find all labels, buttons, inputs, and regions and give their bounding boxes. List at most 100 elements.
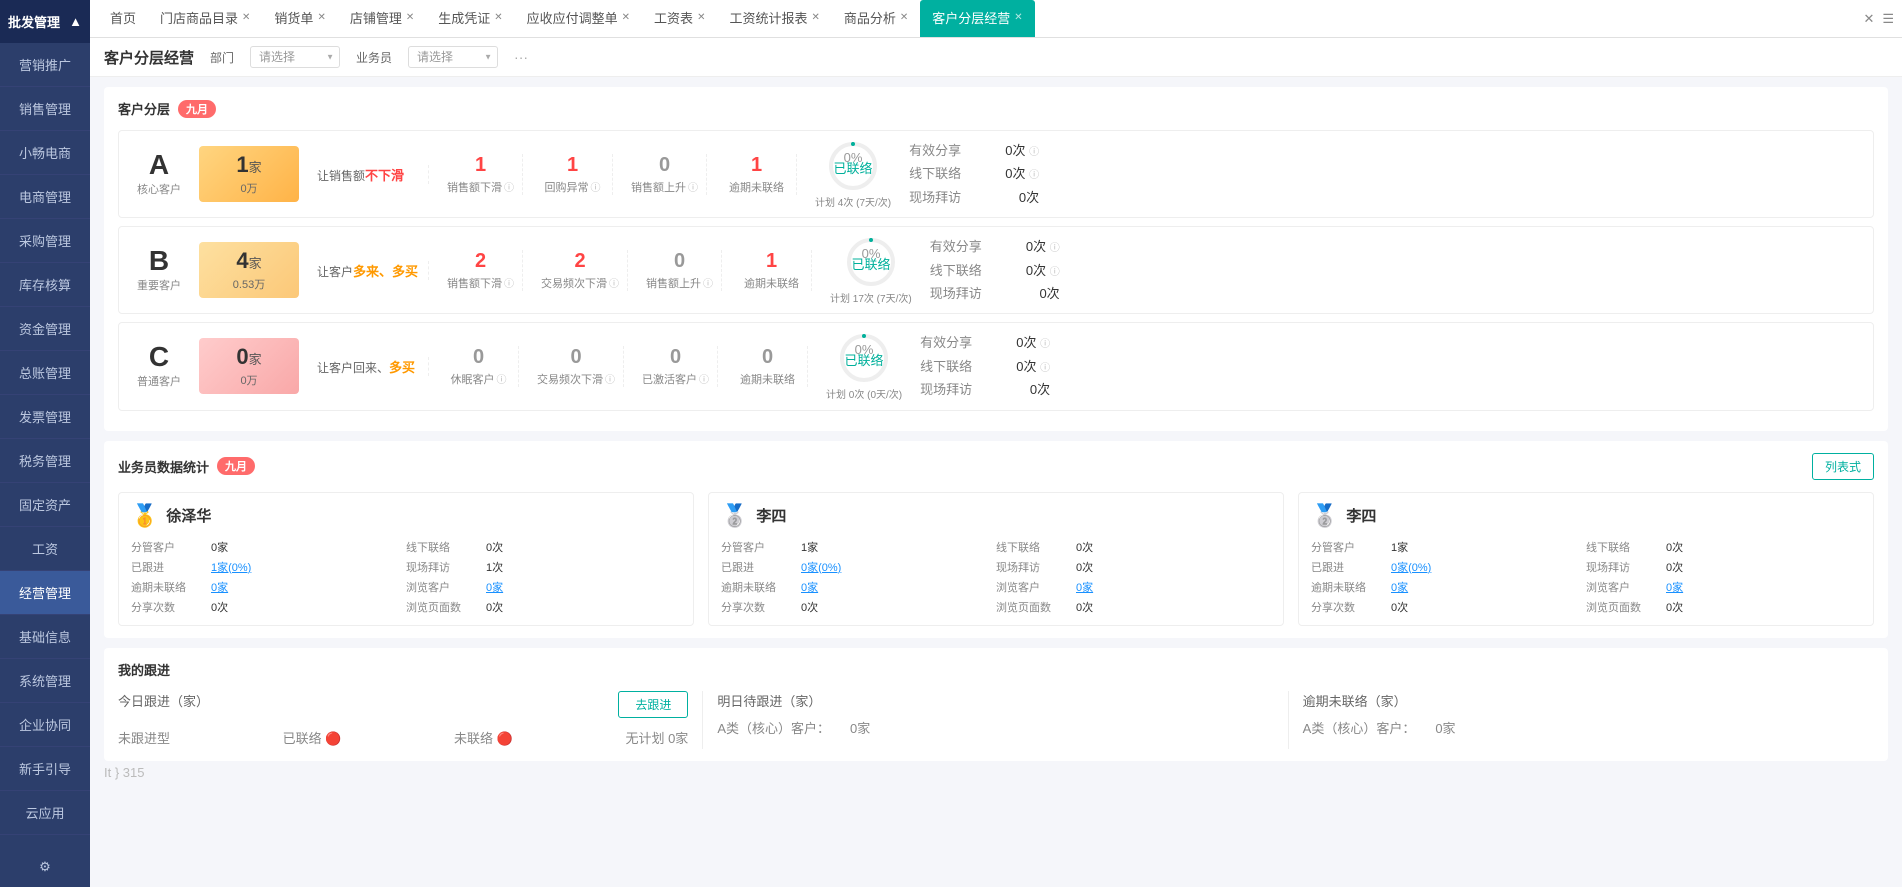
staff-stats-section: 业务员数据统计 九月 列表式 🥇 徐泽华 分管客户0家 线下联络0次 已跟进1家…	[104, 441, 1888, 638]
staff-label: 业务员	[356, 49, 392, 66]
sidebar-item-marketing[interactable]: 营销推广	[0, 43, 90, 87]
list-view-btn[interactable]: 列表式	[1812, 453, 1874, 480]
tab-payroll[interactable]: 工资表 ✕	[642, 0, 717, 37]
tab-close-store-products[interactable]: ✕	[242, 12, 250, 23]
svg-text:已联络: 已联络	[851, 257, 890, 272]
sidebar-item-system[interactable]: 系统管理	[0, 659, 90, 703]
follow-col-today: 今日跟进（家） 去跟进 未跟进型 已联络 🔴 未联络 🔴 无计划 0家	[118, 691, 703, 749]
tier-label-b: B 重要客户	[129, 247, 189, 293]
tab-sales-order[interactable]: 销货单 ✕	[262, 0, 337, 37]
tier-b-stat-4: 1 逾期未联络	[732, 250, 812, 291]
tier-c-stat-2: 0 交易频次下滑 ⓘ	[529, 346, 624, 387]
staff-2-name: 李四	[756, 505, 786, 526]
tier-b-suggest: 让客户多来、多买	[309, 261, 429, 280]
staff-3-name: 李四	[1346, 505, 1376, 526]
dept-select[interactable]: 请选择	[250, 46, 340, 68]
dept-select-wrapper: 请选择	[250, 46, 340, 68]
staff-1-name: 徐泽华	[166, 505, 211, 526]
tier-c-suggest: 让客户回来、多买	[309, 357, 429, 376]
tier-c-stat-1: 0 休眠客户 ⓘ	[439, 346, 519, 387]
tab-home[interactable]: 首页	[98, 0, 148, 37]
go-follow-btn[interactable]: 去跟进	[618, 691, 688, 718]
dept-label: 部门	[210, 49, 234, 66]
sidebar-item-invoice[interactable]: 发票管理	[0, 395, 90, 439]
svg-text:已联络: 已联络	[845, 353, 884, 368]
tab-close-product-analysis[interactable]: ✕	[900, 12, 908, 23]
tab-close-payroll-report[interactable]: ✕	[811, 12, 819, 23]
staff-2-medal: 🥈	[721, 503, 748, 529]
staff-1-medal: 🥇	[131, 503, 158, 529]
sidebar-header: 批发管理 ▲	[0, 0, 90, 43]
tab-receivable[interactable]: 应收应付调整单 ✕	[515, 0, 642, 37]
customer-tier-title: 客户分层 九月	[118, 99, 1874, 118]
tier-c-right-stats: 有效分享0次 ⓘ 线下联络0次 ⓘ 现场拜访0次	[920, 331, 1050, 401]
more-filter-btn[interactable]: ···	[514, 49, 528, 65]
tab-close-payroll[interactable]: ✕	[697, 12, 705, 23]
sidebar-item-basic-info[interactable]: 基础信息	[0, 615, 90, 659]
tier-b-stat-1: 2 销售额下滑 ⓘ	[439, 250, 523, 291]
content-area: 客户分层 九月 A 核心客户 1家 0万 让销售额不下滑 1	[90, 77, 1902, 887]
sidebar-item-guide[interactable]: 新手引导	[0, 747, 90, 791]
sidebar-item-ecommerce-small[interactable]: 小畅电商	[0, 131, 90, 175]
staff-1-info: 分管客户0家 线下联络0次 已跟进1家(0%) 现场拜访1次 逾期未联络0家 浏…	[131, 539, 681, 615]
tier-label-c: C 普通客户	[129, 343, 189, 389]
customer-tier-section: 客户分层 九月 A 核心客户 1家 0万 让销售额不下滑 1	[104, 87, 1888, 431]
tier-b-count-box: 4家 0.53万	[199, 242, 299, 298]
sidebar-item-management[interactable]: 经营管理	[0, 571, 90, 615]
tab-close-sales-order[interactable]: ✕	[317, 12, 325, 23]
tab-customer-tier[interactable]: 客户分层经营 ✕	[920, 0, 1034, 37]
tier-c-stat-3: 0 已激活客户 ⓘ	[634, 346, 718, 387]
sidebar-item-collab[interactable]: 企业协同	[0, 703, 90, 747]
tab-voucher[interactable]: 生成凭证 ✕	[426, 0, 514, 37]
staff-month-badge: 九月	[217, 457, 255, 475]
tier-b-circle: 0% 已联络 计划 17次 (7天/次)	[822, 236, 920, 305]
tier-a-stat-3: 0 销售额上升 ⓘ	[623, 154, 707, 195]
sidebar-item-payroll[interactable]: 工资	[0, 527, 90, 571]
tab-close-customer-tier[interactable]: ✕	[1014, 12, 1022, 23]
tier-b-stat-3: 0 销售额上升 ⓘ	[638, 250, 722, 291]
tier-b-right-stats: 有效分享0次 ⓘ 线下联络0次 ⓘ 现场拜访0次	[930, 235, 1060, 305]
sidebar-collapse-icon[interactable]: ▲	[69, 14, 82, 29]
main-area: 首页 门店商品目录 ✕ 销货单 ✕ 店铺管理 ✕ 生成凭证 ✕ 应收应付调整单 …	[90, 0, 1902, 887]
tier-c-count-box: 0家 0万	[199, 338, 299, 394]
tab-store-manage[interactable]: 店铺管理 ✕	[338, 0, 426, 37]
tabs-bar: 首页 门店商品目录 ✕ 销货单 ✕ 店铺管理 ✕ 生成凭证 ✕ 应收应付调整单 …	[90, 0, 1902, 38]
tabs-menu-icon[interactable]: ☰	[1882, 11, 1894, 27]
tab-close-receivable[interactable]: ✕	[622, 12, 630, 23]
staff-3-name-row: 🥈 李四	[1311, 503, 1861, 529]
page-header: 客户分层经营 部门 请选择 业务员 请选择 ···	[90, 38, 1902, 77]
staff-card-2: 🥈 李四 分管客户1家 线下联络0次 已跟进0家(0%) 现场拜访0次 逾期未联…	[708, 492, 1284, 626]
sidebar-item-purchase[interactable]: 采购管理	[0, 219, 90, 263]
bottom-notice: It } 315	[104, 761, 1888, 784]
sidebar-item-ledger[interactable]: 总账管理	[0, 351, 90, 395]
sidebar-item-ecommerce[interactable]: 电商管理	[0, 175, 90, 219]
staff-3-medal: 🥈	[1311, 503, 1338, 529]
sidebar: 批发管理 ▲ 营销推广 销售管理 小畅电商 电商管理 采购管理 库存核算 资金管…	[0, 0, 90, 887]
sidebar-item-assets[interactable]: 固定资产	[0, 483, 90, 527]
sidebar-item-finance[interactable]: 资金管理	[0, 307, 90, 351]
follow-section-title: 我的跟进	[118, 660, 1874, 679]
tier-row-c: C 普通客户 0家 0万 让客户回来、多买 0 休眠客户 ⓘ 0	[118, 322, 1874, 410]
tier-row-a: A 核心客户 1家 0万 让销售额不下滑 1 销售额下滑 ⓘ 1	[118, 130, 1874, 218]
staff-select[interactable]: 请选择	[408, 46, 498, 68]
tab-close-store-manage[interactable]: ✕	[406, 12, 414, 23]
tabs-close-all-icon[interactable]: ✕	[1863, 11, 1874, 27]
sidebar-settings[interactable]: ⚙	[0, 847, 90, 887]
tier-a-stats: 1 销售额下滑 ⓘ 1 回购异常 ⓘ 0 销售额上升 ⓘ 1 逾期未联络	[439, 139, 1863, 209]
follow-col-overdue: 逾期未联络（家） A类（核心）客户： 0家	[1289, 691, 1874, 749]
follow-grid: 今日跟进（家） 去跟进 未跟进型 已联络 🔴 未联络 🔴 无计划 0家 明日待跟…	[118, 691, 1874, 749]
sidebar-item-sales[interactable]: 销售管理	[0, 87, 90, 131]
sidebar-item-cloud[interactable]: 云应用	[0, 791, 90, 835]
tab-store-products[interactable]: 门店商品目录 ✕	[148, 0, 262, 37]
staff-2-info: 分管客户1家 线下联络0次 已跟进0家(0%) 现场拜访0次 逾期未联络0家 浏…	[721, 539, 1271, 615]
tab-payroll-report[interactable]: 工资统计报表 ✕	[717, 0, 831, 37]
follow-col-tomorrow: 明日待跟进（家） A类（核心）客户： 0家	[703, 691, 1288, 749]
follow-section: 我的跟进 今日跟进（家） 去跟进 未跟进型 已联络 🔴 未联络 🔴 无计划 0家	[104, 648, 1888, 761]
tab-close-voucher[interactable]: ✕	[494, 12, 502, 23]
sidebar-item-inventory[interactable]: 库存核算	[0, 263, 90, 307]
tier-b-stat-2: 2 交易频次下滑 ⓘ	[533, 250, 628, 291]
tabs-actions: ✕ ☰	[1863, 11, 1894, 27]
tab-product-analysis[interactable]: 商品分析 ✕	[832, 0, 920, 37]
sidebar-item-tax[interactable]: 税务管理	[0, 439, 90, 483]
tier-c-stat-4: 0 逾期未联络	[728, 346, 808, 387]
